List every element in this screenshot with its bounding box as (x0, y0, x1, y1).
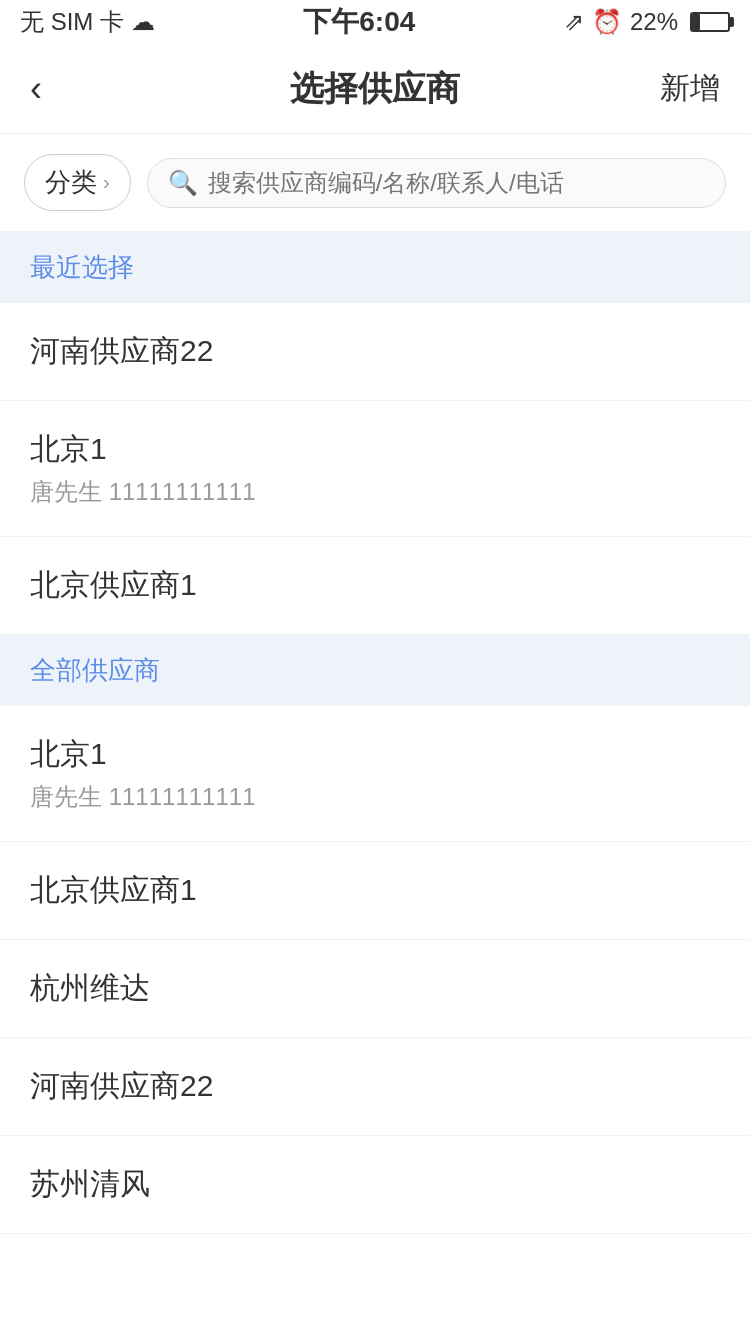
item-sub: 唐先生 11111111111 (30, 781, 720, 813)
recent-section-header: 最近选择 (0, 232, 750, 303)
status-bar: 无 SIM 卡 ☁ 下午6:04 ⇗ ⏰ 22% (0, 0, 750, 44)
list-item[interactable]: 北京供应商1 (0, 537, 750, 635)
list-item[interactable]: 苏州清风 (0, 1136, 750, 1234)
chevron-right-icon: › (103, 171, 110, 194)
page-title: 选择供应商 (290, 66, 460, 112)
sim-label: 无 SIM 卡 ☁ (20, 6, 155, 38)
location-icon: ⇗ (564, 8, 584, 36)
battery-icon (690, 12, 730, 32)
item-name: 北京供应商1 (30, 565, 720, 606)
recent-list: 河南供应商22 北京1 唐先生 11111111111 北京供应商1 (0, 303, 750, 635)
list-item[interactable]: 河南供应商22 (0, 303, 750, 401)
back-button[interactable]: ‹ (30, 68, 90, 110)
list-item[interactable]: 北京供应商1 (0, 842, 750, 940)
alarm-icon: ⏰ (592, 8, 622, 36)
status-right: ⇗ ⏰ 22% (564, 8, 730, 36)
item-name: 河南供应商22 (30, 331, 720, 372)
all-section-header: 全部供应商 (0, 635, 750, 706)
all-section-label: 全部供应商 (30, 655, 160, 685)
list-item[interactable]: 河南供应商22 (0, 1038, 750, 1136)
filter-bar: 分类 › 🔍 (0, 134, 750, 232)
category-label: 分类 (45, 165, 97, 200)
search-box[interactable]: 🔍 (147, 158, 726, 208)
item-name: 杭州维达 (30, 968, 720, 1009)
list-item[interactable]: 北京1 唐先生 11111111111 (0, 401, 750, 537)
item-sub: 唐先生 11111111111 (30, 476, 720, 508)
add-button[interactable]: 新增 (660, 68, 720, 109)
status-left: 无 SIM 卡 ☁ (20, 6, 155, 38)
status-time: 下午6:04 (303, 3, 415, 41)
list-item[interactable]: 北京1 唐先生 11111111111 (0, 706, 750, 842)
item-name: 北京供应商1 (30, 870, 720, 911)
item-name: 河南供应商22 (30, 1066, 720, 1107)
search-icon: 🔍 (168, 169, 198, 197)
item-name: 苏州清风 (30, 1164, 720, 1205)
search-input[interactable] (208, 169, 705, 197)
item-name: 北京1 (30, 734, 720, 775)
list-item[interactable]: 杭州维达 (0, 940, 750, 1038)
item-name: 北京1 (30, 429, 720, 470)
recent-section-label: 最近选择 (30, 252, 134, 282)
battery-label: 22% (630, 8, 678, 36)
all-list: 北京1 唐先生 11111111111 北京供应商1 杭州维达河南供应商22 苏州清风 (0, 706, 750, 1234)
category-button[interactable]: 分类 › (24, 154, 131, 211)
nav-bar: ‹ 选择供应商 新增 (0, 44, 750, 134)
